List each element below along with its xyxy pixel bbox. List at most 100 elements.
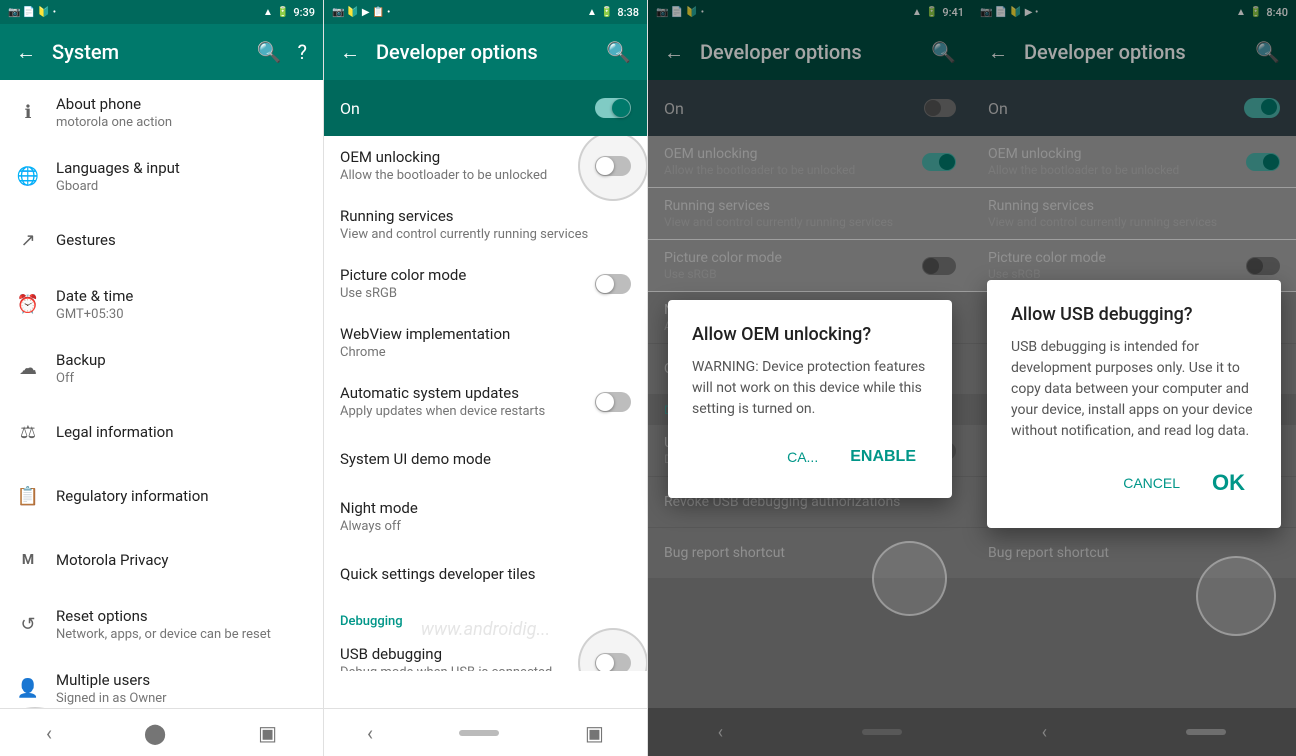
nav-bar-4: ‹ [972,708,1296,756]
regulatory-title: Regulatory information [56,487,307,505]
sidebar-list: ℹ About phone motorola one action 🌐 Lang… [0,80,323,708]
night-mode-item[interactable]: Night mode Always off [324,487,647,546]
reset-icon: ↺ [16,612,40,636]
picture-color-title: Picture color mode [340,266,595,284]
picture-color-subtitle: Use sRGB [340,286,595,301]
wifi-icon: ▲ [263,7,273,18]
usb-debug-subtitle: Debug mode when USB is connected [340,665,595,671]
oem-title: OEM unlocking [340,148,595,166]
sidebar-item-gestures[interactable]: ↗ Gestures [0,208,323,272]
usb-debug-item[interactable]: USB debugging Debug mode when USB is con… [324,633,647,671]
app-bar-title-1: System [52,40,241,64]
sidebar-item-legal[interactable]: ⚖ Legal information [0,400,323,464]
system-ui-text: System UI demo mode [340,450,631,468]
pic-color-bg-item: Picture color mode Use sRGB [648,240,972,291]
usb-cancel-button[interactable]: Cancel [1111,462,1192,504]
running-bg-item-4: Running services View and control curren… [972,188,1296,239]
oem-dialog-actions: Ca... Enable [692,440,928,474]
languages-title: Languages & input [56,159,307,177]
running-services-item[interactable]: Running services View and control curren… [324,195,647,254]
oem-toggle[interactable] [595,156,631,176]
sidebar-item-languages[interactable]: 🌐 Languages & input Gboard [0,144,323,208]
dev-on-label-4: On [988,99,1244,118]
datetime-title: Date & time [56,287,307,305]
webview-title: WebView implementation [340,325,631,343]
sidebar-item-datetime[interactable]: ⏰ Date & time GMT+05:30 [0,272,323,336]
legal-title: Legal information [56,423,307,441]
picture-color-toggle[interactable] [595,274,631,294]
battery-icon-3: 🔋 [926,7,938,18]
webview-item[interactable]: WebView implementation Chrome [324,313,647,372]
dev-on-toggle[interactable] [595,98,631,118]
back-nav-2[interactable]: ‹ [367,721,373,745]
recent-nav-2[interactable]: ▣ [585,721,604,745]
notification-icons: 📷 📄 🔰 • [8,7,56,18]
running-bg-subtitle-4: View and control currently running servi… [988,215,1280,229]
quick-settings-text: Quick settings developer tiles [340,565,631,583]
sidebar-item-regulatory[interactable]: 📋 Regulatory information [0,464,323,528]
sidebar-item-reset[interactable]: ↺ Reset options Network, apps, or device… [0,592,323,656]
back-icon-1[interactable]: ← [16,40,36,65]
usb-ok-button[interactable]: OK [1200,462,1257,504]
legal-icon: ⚖ [16,420,40,444]
pic-color-bg-title: Picture color mode [664,250,922,266]
search-icon-1[interactable]: 🔍 [257,40,282,64]
quick-settings-item[interactable]: Quick settings developer tiles [324,546,647,602]
home-bar-2[interactable] [459,730,499,736]
sidebar-item-privacy[interactable]: M Motorola Privacy [0,528,323,592]
back-icon-2[interactable]: ← [340,40,360,65]
app-bar-title-2: Developer options [376,40,590,64]
privacy-icon: M [16,548,40,572]
sidebar-item-about[interactable]: ℹ About phone motorola one action [0,80,323,144]
status-time-3: 9:41 [942,6,964,19]
auto-updates-subtitle: Apply updates when device restarts [340,404,595,419]
oem-dialog: Allow OEM unlocking? WARNING: Device pro… [668,300,952,498]
recent-nav-icon[interactable]: ▣ [258,721,277,745]
back-nav-icon[interactable]: ‹ [46,721,52,745]
home-nav-icon[interactable]: ⬤ [144,721,166,745]
running-bg-subtitle: View and control currently running servi… [664,215,956,229]
gestures-text: Gestures [56,231,307,249]
usb-debug-title: USB debugging [340,645,595,663]
pic-color-bg-toggle [922,257,956,275]
help-icon-1[interactable]: ? [298,40,307,64]
status-time-4: 8:40 [1266,6,1288,19]
picture-color-item[interactable]: Picture color mode Use sRGB [324,254,647,313]
auto-updates-toggle[interactable] [595,392,631,412]
nav-bar-3: ‹ [648,708,972,756]
auto-updates-text: Automatic system updates Apply updates w… [340,384,595,419]
system-ui-title: System UI demo mode [340,450,631,468]
search-icon-2[interactable]: 🔍 [606,40,631,64]
oem-unlocking-item[interactable]: OEM unlocking Allow the bootloader to be… [324,136,647,195]
running-bg-title-4: Running services [988,198,1280,214]
back-nav-4: ‹ [1042,722,1047,743]
bug-report-bg-title: Bug report shortcut [664,545,956,561]
home-bar-4 [1186,729,1226,735]
usb-dialog: Allow USB debugging? USB debugging is in… [987,280,1281,528]
oem-bg-title: OEM unlocking [664,146,922,162]
dev-on-label-3: On [664,99,924,118]
datetime-text: Date & time GMT+05:30 [56,287,307,322]
privacy-title: Motorola Privacy [56,551,307,569]
oem-enable-button[interactable]: Enable [838,440,928,474]
privacy-text: Motorola Privacy [56,551,307,569]
quick-settings-title: Quick settings developer tiles [340,565,631,583]
gestures-icon: ↗ [16,228,40,252]
datetime-icon: ⏰ [16,292,40,316]
users-subtitle: Signed in as Owner [56,691,307,706]
app-bar-4: ← Developer options 🔍 [972,24,1296,80]
usb-dialog-body: USB debugging is intended for developmen… [1011,337,1257,442]
system-panel: 📷 📄 🔰 • ▲ 🔋 9:39 ← System 🔍 ? ℹ About ph… [0,0,324,756]
sidebar-item-backup[interactable]: ☁ Backup Off [0,336,323,400]
auto-updates-item[interactable]: Automatic system updates Apply updates w… [324,372,647,431]
status-bar-1: 📷 📄 🔰 • ▲ 🔋 9:39 [0,0,323,24]
oem-cancel-button[interactable]: Ca... [775,440,830,474]
reset-text: Reset options Network, apps, or device c… [56,607,307,642]
dev-on-row: On [324,80,647,136]
users-title: Multiple users [56,671,307,689]
usb-debug-toggle[interactable] [595,653,631,672]
app-bar-2: ← Developer options 🔍 [324,24,647,80]
sidebar-item-users[interactable]: 👤 Multiple users Signed in as Owner [0,656,323,708]
auto-updates-title: Automatic system updates [340,384,595,402]
system-ui-item[interactable]: System UI demo mode [324,431,647,487]
